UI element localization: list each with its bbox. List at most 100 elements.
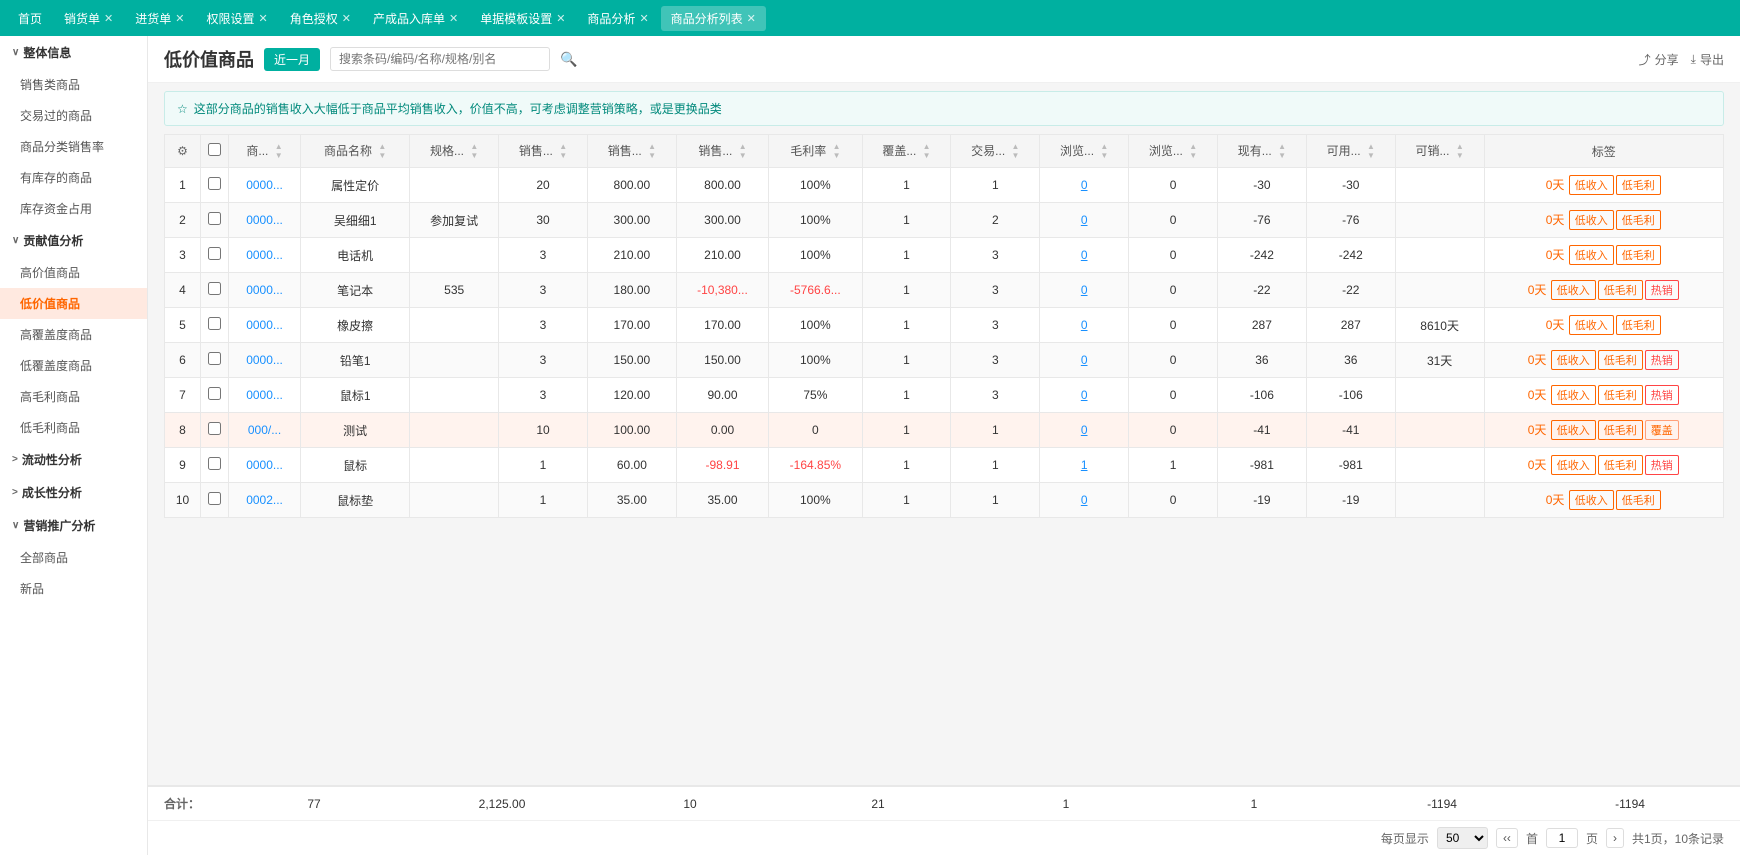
sidebar-item-stock-products[interactable]: 有库存的商品 [0,162,147,193]
row-checkbox[interactable] [201,273,229,308]
page-input[interactable] [1546,828,1578,848]
nav-close-icon[interactable]: ✕ [175,12,184,25]
nav-close-icon[interactable]: ✕ [259,12,268,25]
row-views1[interactable]: 0 [1040,413,1129,448]
sidebar-group-growth[interactable]: > 成长性分析 [0,476,147,509]
row-views1[interactable]: 0 [1040,238,1129,273]
row-select-checkbox[interactable] [208,282,221,295]
row-checkbox[interactable] [201,168,229,203]
nav-home[interactable]: 首页 [8,6,52,31]
nav-close-icon[interactable]: ✕ [342,12,351,25]
col-code[interactable]: 商... ▲▼ [229,135,301,168]
col-sales1[interactable]: 销售... ▲▼ [587,135,676,168]
row-select-checkbox[interactable] [208,387,221,400]
nav-close-icon[interactable]: ✕ [639,12,648,25]
col-coverage[interactable]: 覆盖... ▲▼ [862,135,951,168]
sidebar-item-low-coverage[interactable]: 低覆盖度商品 [0,350,147,381]
row-views1[interactable]: 0 [1040,168,1129,203]
nav-close-icon[interactable]: ✕ [556,12,565,25]
sidebar-item-low-margin[interactable]: 低毛利商品 [0,412,147,443]
sidebar-item-sales-products[interactable]: 销售类商品 [0,69,147,100]
select-all-checkbox[interactable] [208,143,221,156]
sidebar-item-low-value[interactable]: 低价值商品 [0,288,147,319]
nav-role-auth[interactable]: 角色授权 ✕ [280,6,361,31]
sidebar-group-marketing[interactable]: ∨ 营销推广分析 [0,509,147,542]
row-select-checkbox[interactable] [208,457,221,470]
per-page-select[interactable]: 50 100 200 [1437,827,1488,849]
nav-template-settings[interactable]: 单据模板设置 ✕ [470,6,575,31]
search-icon[interactable]: 🔍 [560,51,577,68]
row-checkbox[interactable] [201,413,229,448]
col-trades[interactable]: 交易... ▲▼ [951,135,1040,168]
sidebar-item-high-coverage[interactable]: 高覆盖度商品 [0,319,147,350]
nav-close-icon[interactable]: ✕ [747,12,756,25]
nav-product-inbound[interactable]: 产成品入库单 ✕ [363,6,468,31]
row-code[interactable]: 0002... [229,483,301,518]
next-page-button[interactable]: › [1606,828,1624,848]
row-code[interactable]: 0000... [229,448,301,483]
nav-close-icon[interactable]: ✕ [449,12,458,25]
share-button[interactable]: ⤴ 分享 [1639,51,1679,68]
sidebar-item-traded-products[interactable]: 交易过的商品 [0,100,147,131]
row-select-checkbox[interactable] [208,212,221,225]
nav-product-analysis-list[interactable]: 商品分析列表 ✕ [661,6,766,31]
sidebar-group-contribution[interactable]: ∨ 贡献值分析 [0,224,147,257]
row-code[interactable]: 0000... [229,308,301,343]
settings-icon[interactable]: ⚙ [177,144,188,158]
col-sales2[interactable]: 销售... ▲▼ [676,135,768,168]
nav-purchase-order[interactable]: 进货单 ✕ [125,6,194,31]
nav-close-icon[interactable]: ✕ [104,12,113,25]
row-code[interactable]: 0000... [229,203,301,238]
nav-permissions[interactable]: 权限设置 ✕ [196,6,277,31]
col-views1[interactable]: 浏览... ▲▼ [1040,135,1129,168]
search-input[interactable] [330,47,550,71]
row-code[interactable]: 0000... [229,168,301,203]
sidebar-group-overview[interactable]: ∨ 整体信息 [0,36,147,69]
col-gross[interactable]: 毛利率 ▲▼ [769,135,862,168]
col-sellable[interactable]: 可销... ▲▼ [1395,135,1484,168]
row-checkbox[interactable] [201,483,229,518]
sidebar-item-category-sales-rate[interactable]: 商品分类销售率 [0,131,147,162]
col-spec[interactable]: 规格... ▲▼ [410,135,499,168]
row-select-checkbox[interactable] [208,177,221,190]
row-views1[interactable]: 1 [1040,448,1129,483]
row-checkbox[interactable] [201,203,229,238]
row-checkbox[interactable] [201,343,229,378]
col-stock[interactable]: 现有... ▲▼ [1217,135,1306,168]
row-code[interactable]: 0000... [229,238,301,273]
row-views1[interactable]: 0 [1040,378,1129,413]
row-select-checkbox[interactable] [208,317,221,330]
export-button[interactable]: ⤓ 导出 [1691,51,1724,68]
nav-product-analysis[interactable]: 商品分析 ✕ [577,6,658,31]
sidebar-group-liquidity[interactable]: > 流动性分析 [0,443,147,476]
col-views2[interactable]: 浏览... ▲▼ [1129,135,1218,168]
row-code[interactable]: 0000... [229,378,301,413]
col-name[interactable]: 商品名称 ▲▼ [301,135,410,168]
row-select-checkbox[interactable] [208,492,221,505]
col-qty[interactable]: 销售... ▲▼ [499,135,588,168]
row-views1[interactable]: 0 [1040,343,1129,378]
row-code[interactable]: 0000... [229,343,301,378]
row-select-checkbox[interactable] [208,247,221,260]
sidebar-item-new-products[interactable]: 新品 [0,573,147,604]
row-checkbox[interactable] [201,378,229,413]
nav-sales-order[interactable]: 销货单 ✕ [54,6,123,31]
row-code[interactable]: 000/... [229,413,301,448]
row-select-checkbox[interactable] [208,422,221,435]
first-page-button[interactable]: ‹‹ [1496,828,1518,848]
row-views1[interactable]: 0 [1040,273,1129,308]
sidebar-item-high-value[interactable]: 高价值商品 [0,257,147,288]
sidebar-item-stock-fund[interactable]: 库存资金占用 [0,193,147,224]
col-settings[interactable]: ⚙ [165,135,201,168]
col-checkbox-header[interactable] [201,135,229,168]
row-checkbox[interactable] [201,448,229,483]
row-checkbox[interactable] [201,308,229,343]
row-views1[interactable]: 0 [1040,203,1129,238]
sidebar-item-high-margin[interactable]: 高毛利商品 [0,381,147,412]
sidebar-item-all-products[interactable]: 全部商品 [0,542,147,573]
filter-recent-month-button[interactable]: 近一月 [264,48,320,71]
col-available[interactable]: 可用... ▲▼ [1306,135,1395,168]
row-views1[interactable]: 0 [1040,483,1129,518]
row-select-checkbox[interactable] [208,352,221,365]
row-views1[interactable]: 0 [1040,308,1129,343]
